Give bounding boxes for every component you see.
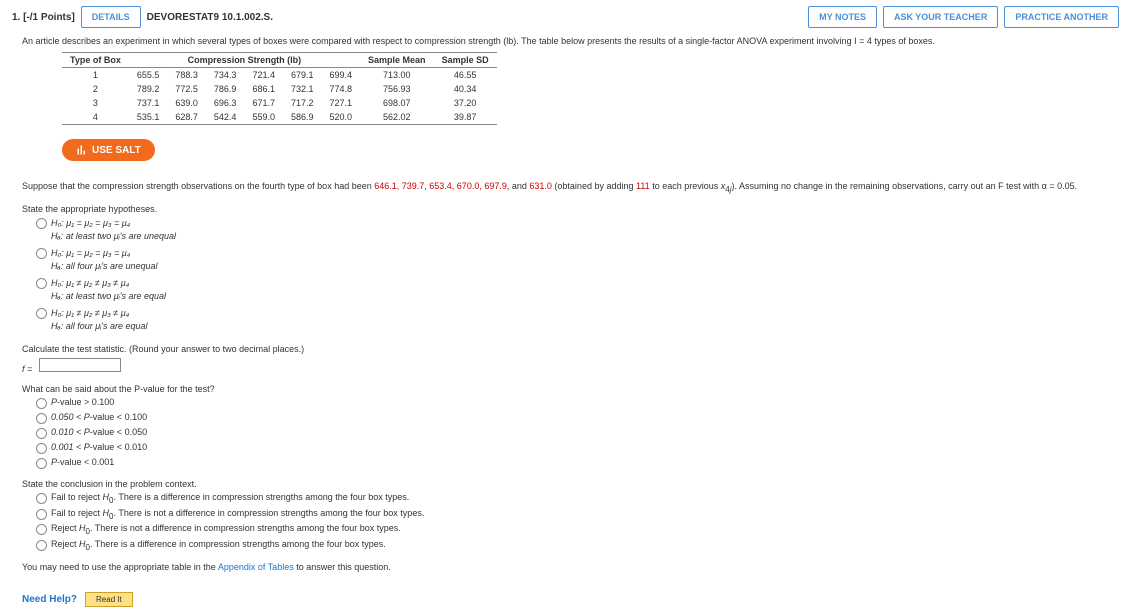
pvalue-option[interactable]: 0.010 < P-value < 0.050 xyxy=(36,427,1119,439)
radio-icon xyxy=(36,308,47,319)
f-label: f = xyxy=(22,364,32,374)
hypothesis-option[interactable]: H₀: μ₁ ≠ μ₂ ≠ μ₃ ≠ μ₄Hₐ: all four μᵢ's a… xyxy=(36,307,1119,334)
pvalue-option[interactable]: 0.001 < P-value < 0.010 xyxy=(36,442,1119,454)
pvalue-title: What can be said about the P-value for t… xyxy=(22,384,1119,394)
pvalue-option[interactable]: P-value > 0.100 xyxy=(36,397,1119,409)
radio-icon xyxy=(36,398,47,409)
radio-icon xyxy=(36,540,47,551)
source-label: DEVORESTAT9 10.1.002.S. xyxy=(147,12,273,23)
radio-icon xyxy=(36,413,47,424)
radio-icon xyxy=(36,428,47,439)
radio-icon xyxy=(36,278,47,289)
hypotheses-title: State the appropriate hypotheses. xyxy=(22,204,1119,214)
intro-text: An article describes an experiment in wh… xyxy=(22,36,1119,46)
read-it-button[interactable]: Read It xyxy=(85,592,133,607)
radio-icon xyxy=(36,458,47,469)
hypothesis-option[interactable]: H₀: μ₁ = μ₂ = μ₃ = μ₄Hₐ: all four μᵢ's a… xyxy=(36,247,1119,274)
practice-another-button[interactable]: PRACTICE ANOTHER xyxy=(1004,6,1119,28)
need-help-label: Need Help? xyxy=(22,594,77,605)
radio-icon xyxy=(36,248,47,259)
table-row: 3737.1639.0696.3671.7717.2727.1698.0737.… xyxy=(62,96,497,110)
conclusion-option[interactable]: Reject H0. There is not a difference in … xyxy=(36,523,1119,536)
my-notes-button[interactable]: MY NOTES xyxy=(808,6,877,28)
table-row: 4535.1628.7542.4559.0586.9520.0562.0239.… xyxy=(62,110,497,125)
points-label: 1. [-/1 Points] xyxy=(12,12,75,23)
pvalue-option[interactable]: 0.050 < P-value < 0.100 xyxy=(36,412,1119,424)
table-row: 2789.2772.5786.9686.1732.1774.8756.9340.… xyxy=(62,82,497,96)
conclusion-option[interactable]: Reject H0. There is a difference in comp… xyxy=(36,539,1119,552)
details-button[interactable]: DETAILS xyxy=(81,6,141,28)
hypothesis-option[interactable]: H₀: μ₁ = μ₂ = μ₃ = μ₄Hₐ: at least two μᵢ… xyxy=(36,217,1119,244)
f-input[interactable] xyxy=(39,358,121,372)
radio-icon xyxy=(36,493,47,504)
conclusion-title: State the conclusion in the problem cont… xyxy=(22,479,1119,489)
data-table: Type of Box Compression Strength (lb) Sa… xyxy=(62,52,497,125)
conclusion-option[interactable]: Fail to reject H0. There is not a differ… xyxy=(36,508,1119,521)
use-salt-button[interactable]: USE SALT xyxy=(62,139,155,161)
appendix-note: You may need to use the appropriate tabl… xyxy=(22,562,1119,572)
ask-teacher-button[interactable]: ASK YOUR TEACHER xyxy=(883,6,998,28)
radio-icon xyxy=(36,218,47,229)
radio-icon xyxy=(36,524,47,535)
radio-icon xyxy=(36,509,47,520)
table-row: 1655.5788.3734.3721.4679.1699.4713.0046.… xyxy=(62,68,497,83)
radio-icon xyxy=(36,443,47,454)
chart-icon xyxy=(76,144,88,156)
hypothesis-option[interactable]: H₀: μ₁ ≠ μ₂ ≠ μ₃ ≠ μ₄Hₐ: at least two μᵢ… xyxy=(36,277,1119,304)
calc-title: Calculate the test statistic. (Round you… xyxy=(22,344,1119,354)
pvalue-option[interactable]: P-value < 0.001 xyxy=(36,457,1119,469)
appendix-link[interactable]: Appendix of Tables xyxy=(218,562,294,572)
suppose-text: Suppose that the compression strength ob… xyxy=(22,181,1119,194)
conclusion-option[interactable]: Fail to reject H0. There is a difference… xyxy=(36,492,1119,505)
